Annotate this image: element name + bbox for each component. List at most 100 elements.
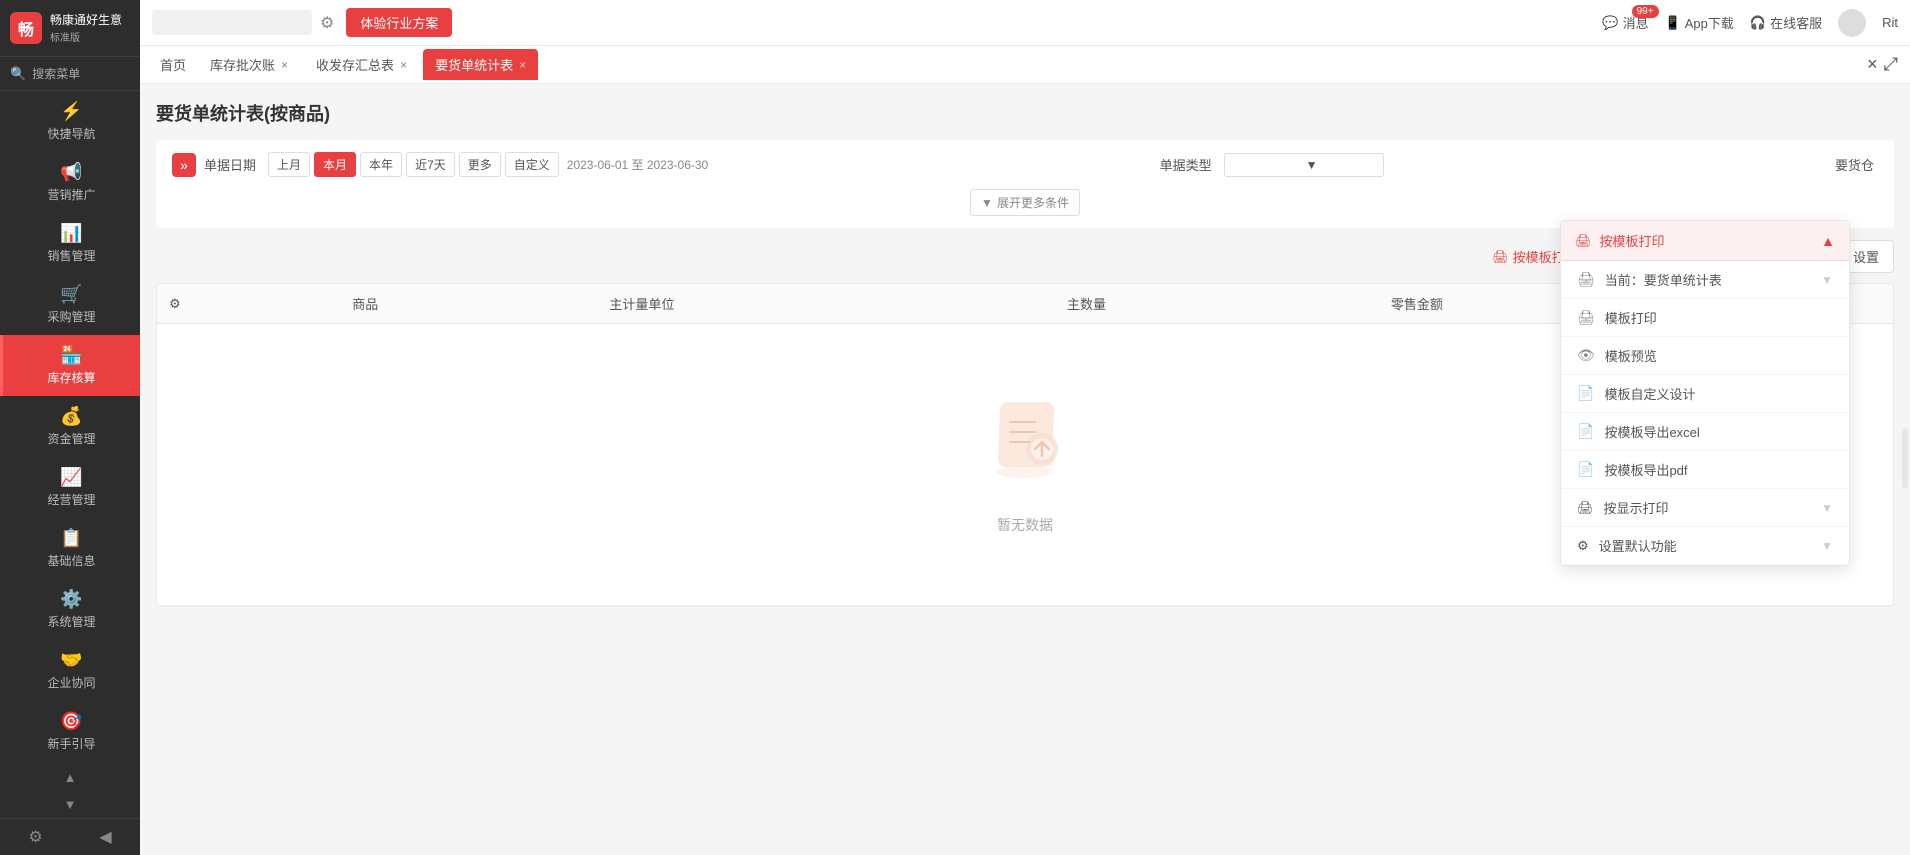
sidebar-item-kucun[interactable]: 🏪 库存核算 bbox=[0, 335, 140, 396]
expand-arrows-icon: » bbox=[180, 157, 188, 173]
sidebar-item-qiye[interactable]: 🤝 企业协同 bbox=[0, 640, 140, 701]
filter-bar: » 单据日期 上月 本月 本年 近7天 更多 自定义 2023-06-01 至 … bbox=[156, 140, 1894, 228]
topbar: ⚙ 体验行业方案 💬 消息 99+ 📱 App下载 🎧 在线客服 Rit bbox=[140, 0, 1910, 46]
settings-icon[interactable]: ⚙ bbox=[28, 827, 42, 847]
display-print-icon: 🖨 bbox=[1577, 500, 1594, 516]
sidebar-item-kuaijie[interactable]: ⚡ 快捷导航 bbox=[0, 91, 140, 152]
collapse-icon[interactable]: ◀ bbox=[99, 827, 111, 847]
sidebar-item-zijin[interactable]: 💰 资金管理 bbox=[0, 396, 140, 457]
print-dropdown: 🖨 按模板打印 ▲ 🖨 当前：要货单统计表 ▼ 🖨 模板打印 👁 模板预览 📄 bbox=[1560, 220, 1850, 566]
scroll-indicator bbox=[1902, 428, 1908, 488]
sidebar-item-jingying[interactable]: 📈 经营管理 bbox=[0, 457, 140, 518]
sidebar-item-label: 基础信息 bbox=[47, 552, 95, 569]
template-print-icon: 🖨 bbox=[1577, 309, 1595, 326]
col-gear[interactable]: ⚙ bbox=[157, 284, 340, 324]
empty-text: 暂无数据 bbox=[997, 515, 1053, 535]
template-preview-item[interactable]: 👁 模板预览 bbox=[1561, 337, 1849, 375]
headset-icon: 🎧 bbox=[1750, 15, 1766, 31]
current-template-item[interactable]: 🖨 当前：要货单统计表 ▼ bbox=[1561, 261, 1849, 299]
set-default-item[interactable]: ⚙ 设置默认功能 ▼ bbox=[1561, 527, 1849, 565]
sidebar-item-label: 采购管理 bbox=[47, 308, 95, 325]
display-print-label: 按显示打印 bbox=[1604, 498, 1669, 517]
xitong-icon: ⚙️ bbox=[60, 589, 82, 610]
topbar-search-box[interactable] bbox=[152, 10, 312, 35]
tab-yaohuo-close[interactable]: × bbox=[519, 58, 526, 72]
date-btn-current-month[interactable]: 本月 bbox=[314, 152, 356, 177]
messages-button[interactable]: 💬 消息 99+ bbox=[1602, 13, 1648, 32]
jingying-icon: 📈 bbox=[60, 467, 82, 488]
zijin-icon: 💰 bbox=[60, 406, 82, 427]
app-icon: 📱 bbox=[1665, 15, 1681, 31]
sidebar-scroll-up[interactable]: ▲ bbox=[0, 764, 140, 791]
tab-kucun-pizhi-label: 库存批次账 bbox=[210, 55, 275, 74]
print-collapse-arrow[interactable]: ▲ bbox=[1821, 233, 1835, 249]
date-btn-current-year[interactable]: 本年 bbox=[360, 152, 402, 177]
yaohuo-label: 要货仓 bbox=[1835, 155, 1874, 174]
tab-home[interactable]: 首页 bbox=[152, 49, 194, 80]
topbar-gear-icon[interactable]: ⚙ bbox=[320, 13, 334, 33]
caigou-icon: 🛒 bbox=[60, 284, 82, 305]
expand-conditions-label: 展开更多条件 bbox=[997, 194, 1069, 211]
template-print-item[interactable]: 🖨 模板打印 bbox=[1561, 299, 1849, 337]
kuaijie-icon: ⚡ bbox=[60, 101, 82, 122]
sidebar-item-caigou[interactable]: 🛒 采购管理 bbox=[0, 274, 140, 335]
page-content: 要货单统计表(按商品) » 单据日期 上月 本月 本年 近7天 更多 自定义 2… bbox=[140, 84, 1910, 855]
template-preview-label: 模板预览 bbox=[1605, 346, 1657, 365]
sidebar-item-jichu[interactable]: 📋 基础信息 bbox=[0, 518, 140, 579]
set-default-icon: ⚙ bbox=[1577, 538, 1589, 554]
sidebar-item-label: 系统管理 bbox=[47, 613, 95, 630]
template-pdf-icon: 📄 bbox=[1577, 461, 1594, 478]
jichu-icon: 📋 bbox=[60, 528, 82, 549]
template-excel-label: 按模板导出excel bbox=[1604, 422, 1699, 441]
sidebar-item-yingxiao[interactable]: 📢 营销推广 bbox=[0, 152, 140, 213]
print-header-icon: 🖨 bbox=[1575, 233, 1592, 249]
order-type-select[interactable]: ▼ bbox=[1224, 153, 1384, 177]
order-type-label: 单据类型 bbox=[1160, 155, 1212, 174]
user-avatar[interactable] bbox=[1838, 9, 1866, 37]
date-btn-more[interactable]: 更多 bbox=[459, 152, 501, 177]
tab-yaohuo[interactable]: 要货单统计表 × bbox=[423, 49, 538, 80]
search-placeholder-text bbox=[162, 16, 246, 30]
tab-expand-icon[interactable]: ⤢ bbox=[1884, 54, 1898, 75]
xinshou-icon: 🎯 bbox=[60, 711, 82, 732]
tab-shoufacun[interactable]: 收发存汇总表 × bbox=[304, 49, 419, 80]
yingxiao-icon: 📢 bbox=[60, 162, 82, 183]
template-excel-icon: 📄 bbox=[1577, 423, 1594, 440]
print-icon: 🖨 bbox=[1492, 249, 1509, 265]
tab-shoufacun-close[interactable]: × bbox=[400, 58, 407, 72]
sidebar-bottom: ⚙ ◀ bbox=[0, 818, 140, 855]
expand-down-icon: ▼ bbox=[981, 196, 993, 210]
order-type-arrow: ▼ bbox=[1306, 158, 1375, 172]
display-print-item[interactable]: 🖨 按显示打印 ▼ bbox=[1561, 489, 1849, 527]
template-pdf-item[interactable]: 📄 按模板导出pdf bbox=[1561, 451, 1849, 489]
sidebar-item-xiaoshou[interactable]: 📊 销售管理 bbox=[0, 213, 140, 274]
sidebar-item-xinshou[interactable]: 🎯 新手引导 bbox=[0, 701, 140, 762]
online-service-button[interactable]: 🎧 在线客服 bbox=[1750, 13, 1822, 32]
tab-kucun-pizhi[interactable]: 库存批次账 × bbox=[198, 49, 300, 80]
sidebar-item-xitong[interactable]: ⚙️ 系统管理 bbox=[0, 579, 140, 640]
tab-close-all-icon[interactable]: × bbox=[1867, 54, 1878, 75]
template-excel-item[interactable]: 📄 按模板导出excel bbox=[1561, 413, 1849, 451]
app-download-button[interactable]: 📱 App下载 bbox=[1665, 13, 1734, 32]
sidebar-item-label: 营销推广 bbox=[47, 186, 95, 203]
sidebar-scroll-down[interactable]: ▼ bbox=[0, 791, 140, 818]
date-btn-last7[interactable]: 近7天 bbox=[406, 152, 455, 177]
tab-kucun-pizhi-close[interactable]: × bbox=[281, 58, 288, 72]
kucun-icon: 🏪 bbox=[60, 345, 82, 366]
messages-icon: 💬 bbox=[1602, 15, 1618, 31]
sidebar-item-label: 新手引导 bbox=[47, 735, 95, 752]
date-btn-up-month[interactable]: 上月 bbox=[268, 152, 310, 177]
sidebar-item-label: 经营管理 bbox=[47, 491, 95, 508]
template-custom-item[interactable]: 📄 模板自定义设计 bbox=[1561, 375, 1849, 413]
date-btn-custom[interactable]: 自定义 bbox=[505, 152, 559, 177]
filter-expand-button[interactable]: » bbox=[172, 153, 196, 177]
template-custom-label: 模板自定义设计 bbox=[1604, 384, 1695, 403]
sidebar-search[interactable]: 🔍 搜索菜单 bbox=[0, 57, 140, 91]
main-area: ⚙ 体验行业方案 💬 消息 99+ 📱 App下载 🎧 在线客服 Rit 首页 bbox=[140, 0, 1910, 855]
tab-yaohuo-label: 要货单统计表 bbox=[435, 55, 513, 74]
solution-button[interactable]: 体验行业方案 bbox=[346, 8, 452, 37]
app-logo-icon: 畅 bbox=[10, 12, 42, 44]
print-dropdown-header[interactable]: 🖨 按模板打印 ▲ bbox=[1561, 221, 1849, 261]
current-template-label: 当前：要货单统计表 bbox=[1605, 270, 1722, 289]
expand-conditions-button[interactable]: ▼ 展开更多条件 bbox=[970, 189, 1080, 216]
